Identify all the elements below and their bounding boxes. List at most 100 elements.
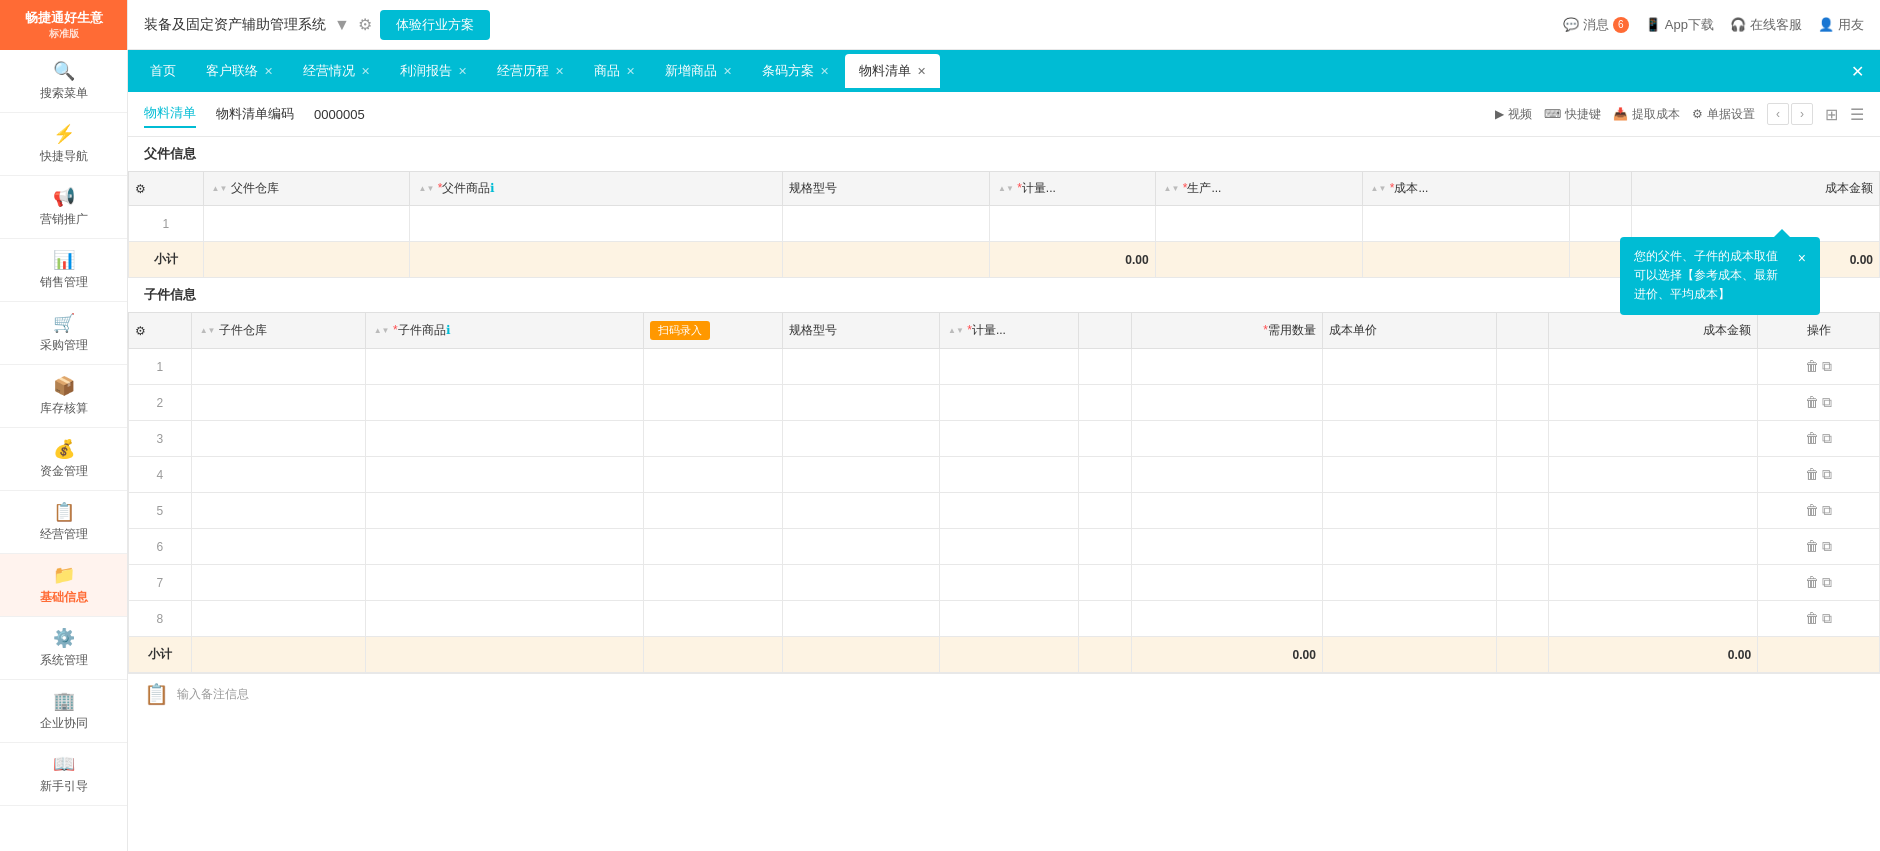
sidebar-item-quick-nav[interactable]: ⚡ 快捷导航 (0, 113, 127, 176)
nav-tab-5[interactable]: 商品✕ (580, 54, 649, 88)
nav-tab-4[interactable]: 经营历程✕ (483, 54, 578, 88)
child-product-5[interactable] (365, 493, 643, 529)
child-spec-7[interactable] (783, 565, 940, 601)
child-qty-6[interactable] (1131, 529, 1322, 565)
parent-production-cell[interactable] (1155, 206, 1362, 242)
copy-icon-7[interactable]: ⧉ (1822, 574, 1832, 590)
close-tab-2[interactable]: ✕ (361, 65, 370, 78)
copy-icon-3[interactable]: ⧉ (1822, 430, 1832, 446)
delete-icon-7[interactable]: 🗑 (1805, 574, 1819, 590)
copy-icon-1[interactable]: ⧉ (1822, 358, 1832, 374)
child-unit-2[interactable] (940, 385, 1079, 421)
view-video-link[interactable]: ▶ 视频 (1495, 106, 1532, 123)
nav-tab-8[interactable]: 物料清单✕ (845, 54, 940, 88)
child-spec-3[interactable] (783, 421, 940, 457)
child-qty-3[interactable] (1131, 421, 1322, 457)
close-tab-1[interactable]: ✕ (264, 65, 273, 78)
next-arrow[interactable]: › (1791, 103, 1813, 125)
child-warehouse-1[interactable] (191, 349, 365, 385)
tooltip-close-button[interactable]: × (1798, 247, 1806, 269)
child-warehouse-4[interactable] (191, 457, 365, 493)
th-scan[interactable]: 扫码录入 (644, 313, 783, 349)
message-button[interactable]: 💬 消息 6 (1563, 16, 1629, 34)
child-spec-2[interactable] (783, 385, 940, 421)
nav-tab-2[interactable]: 经营情况✕ (289, 54, 384, 88)
sidebar-item-search[interactable]: 🔍 搜索菜单 (0, 50, 127, 113)
child-unit-cost-7[interactable] (1322, 565, 1496, 601)
copy-icon-8[interactable]: ⧉ (1822, 610, 1832, 626)
child-unit-cost-5[interactable] (1322, 493, 1496, 529)
user-button[interactable]: 👤 用友 (1818, 16, 1864, 34)
child-qty-2[interactable] (1131, 385, 1322, 421)
child-spec-4[interactable] (783, 457, 940, 493)
child-spec-8[interactable] (783, 601, 940, 637)
nav-tab-6[interactable]: 新增商品✕ (651, 54, 746, 88)
close-tab-6[interactable]: ✕ (723, 65, 732, 78)
child-unit-7[interactable] (940, 565, 1079, 601)
th-settings-parent[interactable]: ⚙ (129, 172, 204, 206)
child-product-7[interactable] (365, 565, 643, 601)
child-unit-5[interactable] (940, 493, 1079, 529)
nav-tab-3[interactable]: 利润报告✕ (386, 54, 481, 88)
nav-tab-7[interactable]: 条码方案✕ (748, 54, 843, 88)
th-settings-child[interactable]: ⚙ (129, 313, 192, 349)
delete-icon-2[interactable]: 🗑 (1805, 394, 1819, 410)
sidebar-item-inventory[interactable]: 📦 库存核算 (0, 365, 127, 428)
child-spec-1[interactable] (783, 349, 940, 385)
close-tab-4[interactable]: ✕ (555, 65, 564, 78)
child-unit-cost-8[interactable] (1322, 601, 1496, 637)
sidebar-item-system[interactable]: ⚙️ 系统管理 (0, 617, 127, 680)
sidebar-item-enterprise[interactable]: 🏢 企业协同 (0, 680, 127, 743)
grid-view-icon[interactable]: ⊞ (1825, 105, 1838, 124)
child-unit-8[interactable] (940, 601, 1079, 637)
copy-icon-5[interactable]: ⧉ (1822, 502, 1832, 518)
delete-icon-1[interactable]: 🗑 (1805, 358, 1819, 374)
sidebar-item-basic-info[interactable]: 📁 基础信息 (0, 554, 127, 617)
child-product-4[interactable] (365, 457, 643, 493)
child-unit-1[interactable] (940, 349, 1079, 385)
delete-icon-4[interactable]: 🗑 (1805, 466, 1819, 482)
sidebar-item-sales[interactable]: 📊 销售管理 (0, 239, 127, 302)
delete-icon-8[interactable]: 🗑 (1805, 610, 1819, 626)
parent-spec-cell[interactable] (783, 206, 990, 242)
nav-tab-1[interactable]: 客户联络✕ (192, 54, 287, 88)
sidebar-item-operations[interactable]: 📋 经营管理 (0, 491, 127, 554)
list-view-icon[interactable]: ☰ (1850, 105, 1864, 124)
delete-icon-6[interactable]: 🗑 (1805, 538, 1819, 554)
child-unit-6[interactable] (940, 529, 1079, 565)
child-product-2[interactable] (365, 385, 643, 421)
sidebar-item-finance[interactable]: 💰 资金管理 (0, 428, 127, 491)
copy-icon-2[interactable]: ⧉ (1822, 394, 1832, 410)
parent-unit-cell[interactable] (989, 206, 1155, 242)
child-unit-cost-4[interactable] (1322, 457, 1496, 493)
prev-arrow[interactable]: ‹ (1767, 103, 1789, 125)
app-download-button[interactable]: 📱 App下载 (1645, 16, 1714, 34)
parent-cost-cell[interactable] (1362, 206, 1569, 242)
trial-button[interactable]: 体验行业方案 (380, 10, 490, 40)
copy-icon-4[interactable]: ⧉ (1822, 466, 1832, 482)
child-unit-cost-2[interactable] (1322, 385, 1496, 421)
delete-icon-5[interactable]: 🗑 (1805, 502, 1819, 518)
scan-input-button[interactable]: 扫码录入 (650, 321, 710, 340)
child-unit-cost-6[interactable] (1322, 529, 1496, 565)
sub-tab-material-list[interactable]: 物料清单 (144, 100, 196, 128)
shortcut-link[interactable]: ⌨ 快捷键 (1544, 106, 1601, 123)
copy-icon-6[interactable]: ⧉ (1822, 538, 1832, 554)
child-qty-7[interactable] (1131, 565, 1322, 601)
child-warehouse-8[interactable] (191, 601, 365, 637)
close-tab-7[interactable]: ✕ (820, 65, 829, 78)
child-unit-4[interactable] (940, 457, 1079, 493)
child-warehouse-3[interactable] (191, 421, 365, 457)
child-spec-6[interactable] (783, 529, 940, 565)
single-settings-link[interactable]: ⚙ 单据设置 (1692, 106, 1755, 123)
child-qty-5[interactable] (1131, 493, 1322, 529)
nav-tab-0[interactable]: 首页 (136, 54, 190, 88)
get-cost-link[interactable]: 📥 提取成本 (1613, 106, 1680, 123)
child-qty-1[interactable] (1131, 349, 1322, 385)
settings-icon[interactable]: ▼ (334, 16, 350, 34)
child-unit-3[interactable] (940, 421, 1079, 457)
online-service-button[interactable]: 🎧 在线客服 (1730, 16, 1802, 34)
close-tab-5[interactable]: ✕ (626, 65, 635, 78)
child-qty-8[interactable] (1131, 601, 1322, 637)
child-product-1[interactable] (365, 349, 643, 385)
